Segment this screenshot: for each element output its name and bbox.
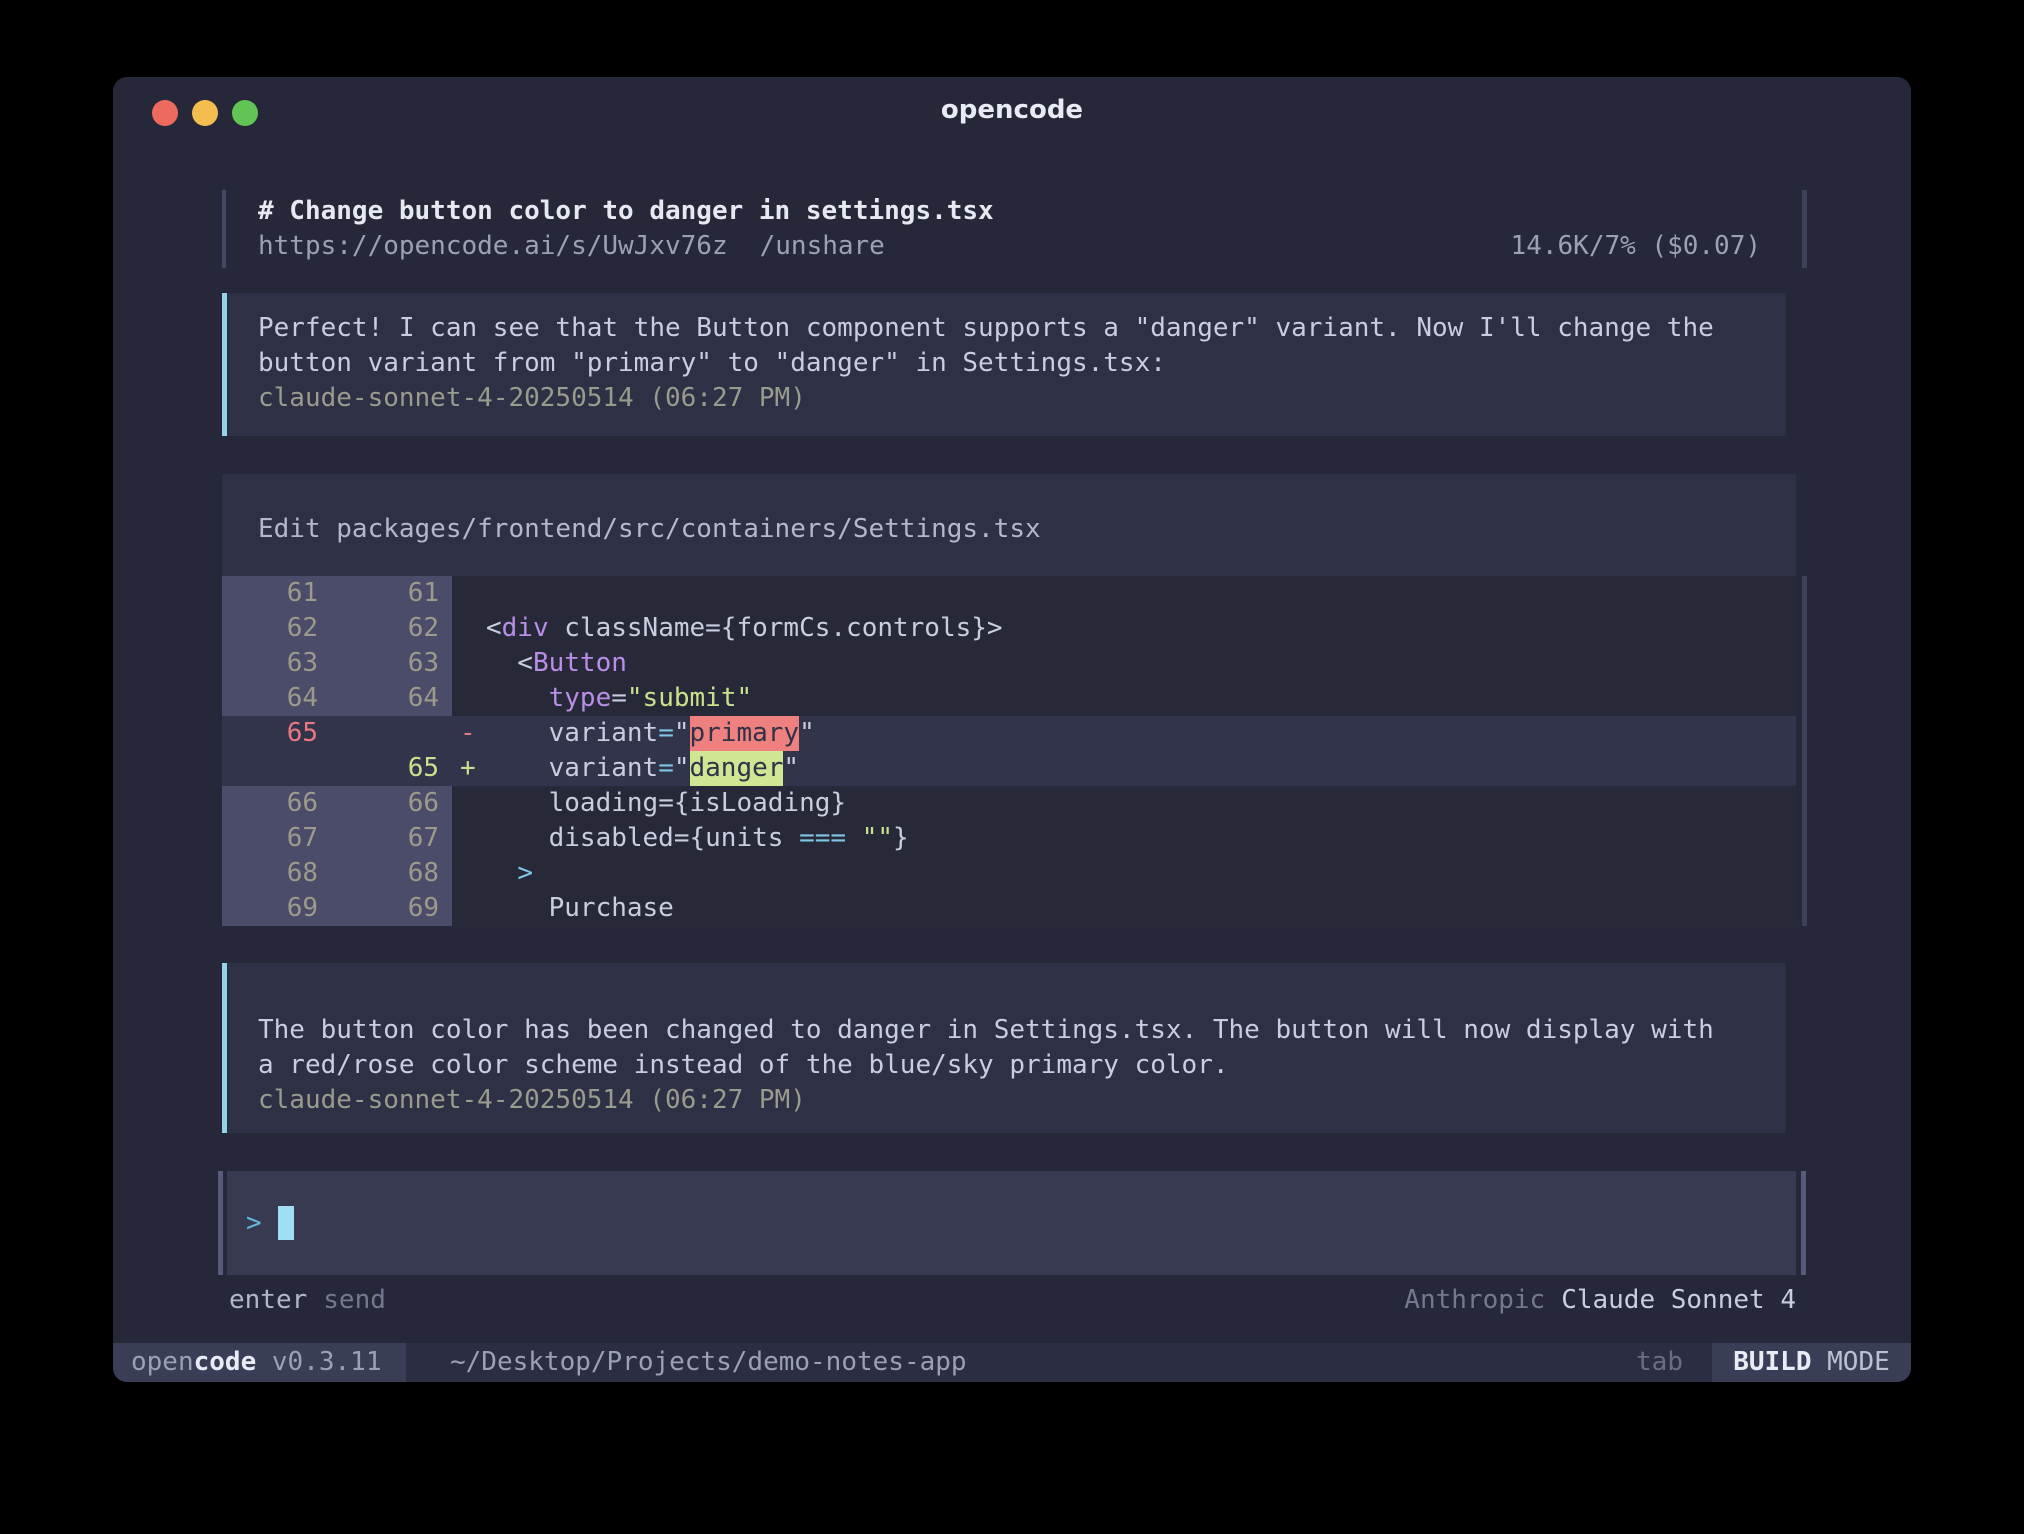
enter-key-hint: enter [229,1283,307,1318]
line-number-gutter: 6969 [222,891,452,926]
header-right-rule [1802,190,1807,268]
line-number-gutter: 6464 [222,681,452,716]
composer-footer: enter send Anthropic Claude Sonnet 4 [229,1283,1796,1318]
input-right-rule [1801,1171,1806,1275]
message-text: a red/rose color scheme instead of the b… [258,1048,1786,1083]
model-indicator[interactable]: Anthropic Claude Sonnet 4 [1404,1283,1796,1318]
app-name-prefix: open [131,1345,194,1380]
diff-row: 6868 > [222,856,1796,891]
message-text: Perfect! I can see that the Button compo… [258,311,1786,346]
desktop: { "window": { "title": "opencode" }, "he… [0,0,2024,1534]
prompt-input[interactable]: > [227,1171,1796,1275]
message-text: button variant from "primary" to "danger… [258,346,1786,381]
assistant-message: Perfect! I can see that the Button compo… [222,293,1786,436]
diff: 61616262<div className={formCs.controls}… [222,576,1796,926]
diff-row: 65- variant="primary" [222,716,1796,751]
provider-name: Anthropic [1404,1285,1545,1315]
input-left-rule [218,1171,223,1275]
unshare-command[interactable]: /unshare [760,229,885,264]
mode-primary: BUILD [1733,1345,1811,1380]
line-number-gutter: 65 [222,751,452,786]
status-bar: opencode v0.3.11 ~/Desktop/Projects/demo… [113,1343,1911,1382]
diff-row: 6464 type="submit" [222,681,1796,716]
line-number-gutter: 6666 [222,786,452,821]
tab-key-hint[interactable]: tab [1636,1345,1683,1380]
working-directory: ~/Desktop/Projects/demo-notes-app [450,1345,967,1380]
app-version-badge: opencode v0.3.11 [113,1343,406,1382]
diff-row: 6262<div className={formCs.controls}> [222,611,1796,646]
diff-scrollbar[interactable] [1802,576,1807,926]
diff-row: 6666 loading={isLoading} [222,786,1796,821]
prompt-symbol: > [246,1206,262,1241]
line-number-gutter: 6767 [222,821,452,856]
share-url[interactable]: https://opencode.ai/s/UwJxv76z [258,229,728,264]
line-number-gutter: 65 [222,716,452,751]
opencode-window: opencode # Change button color to danger… [113,77,1911,1382]
line-number-gutter: 6161 [222,576,452,611]
context-usage: 14.6K/7% ($0.07) [1511,229,1761,264]
message-model-meta: claude-sonnet-4-20250514 (06:27 PM) [258,381,1786,416]
mode-badge[interactable]: BUILD MODE [1712,1343,1911,1382]
assistant-message: The button color has been changed to dan… [222,963,1786,1133]
message-model-meta: claude-sonnet-4-20250514 (06:27 PM) [258,1083,1786,1118]
session-header: # Change button color to danger in setti… [222,190,1797,268]
model-name: Claude Sonnet 4 [1561,1285,1796,1315]
session-title: # Change button color to danger in setti… [258,194,1797,229]
send-action-hint: send [323,1283,386,1318]
line-number-gutter: 6262 [222,611,452,646]
window-title: opencode [113,93,1911,128]
mode-secondary: MODE [1812,1345,1890,1380]
message-text: The button color has been changed to dan… [258,1013,1786,1048]
app-version: v0.3.11 [256,1345,381,1380]
app-name-suffix: code [194,1345,257,1380]
diff-row: 6767 disabled={units === ""} [222,821,1796,856]
edit-tool-title: Edit packages/frontend/src/containers/Se… [222,474,1796,547]
diff-row: 65+ variant="danger" [222,751,1796,786]
line-number-gutter: 6363 [222,646,452,681]
diff-row: 6969 Purchase [222,891,1796,926]
title-bar: opencode [113,77,1911,141]
diff-row: 6161 [222,576,1796,611]
edit-tool-card: Edit packages/frontend/src/containers/Se… [222,474,1796,926]
diff-row: 6363 <Button [222,646,1796,681]
text-cursor [278,1206,294,1240]
line-number-gutter: 6868 [222,856,452,891]
